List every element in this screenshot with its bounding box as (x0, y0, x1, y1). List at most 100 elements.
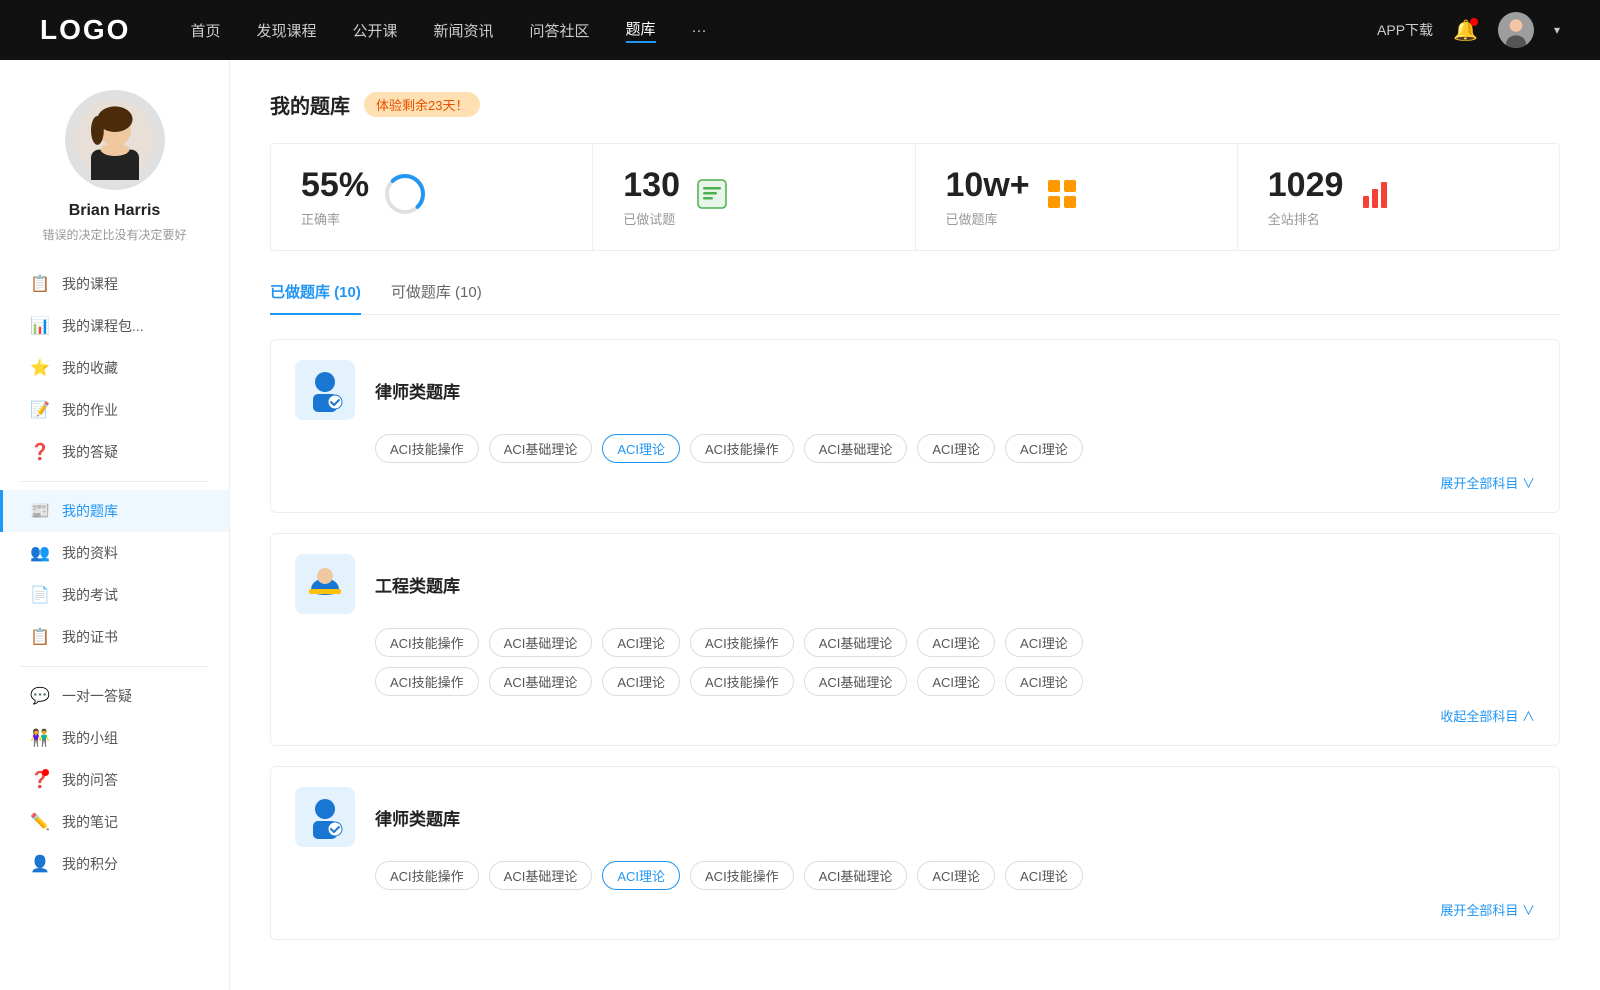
bank-tag[interactable]: ACI基础理论 (804, 861, 908, 890)
my-qa-dot (42, 769, 49, 776)
bank-tag[interactable]: ACI理论 (602, 628, 680, 657)
bank-expand-btn-1[interactable]: 展开全部科目 ∨ (295, 473, 1535, 492)
sidebar-item-my-qa[interactable]: ❓ 我的问答 (0, 759, 229, 801)
nav-more[interactable]: ··· (692, 22, 707, 39)
sidebar-item-label: 我的资料 (62, 543, 118, 563)
bank-tag[interactable]: ACI基础理论 (489, 434, 593, 463)
bank-tag[interactable]: ACI基础理论 (489, 628, 593, 657)
stat-number-ranking: 1029 全站排名 (1268, 166, 1344, 228)
sidebar-item-qa[interactable]: ❓ 我的答疑 (0, 431, 229, 473)
nav-qa[interactable]: 问答社区 (530, 20, 590, 41)
bank-card-lawyer-1: 律师类题库 ACI技能操作 ACI基础理论 ACI理论 ACI技能操作 ACI基… (270, 339, 1560, 513)
sidebar-item-one-on-one[interactable]: 💬 一对一答疑 (0, 675, 229, 717)
stat-done-banks: 10w+ 已做题库 (916, 144, 1238, 250)
sidebar-item-notes[interactable]: ✏️ 我的笔记 (0, 801, 229, 843)
bank-tag[interactable]: ACI技能操作 (690, 667, 794, 696)
bank-tag[interactable]: ACI技能操作 (690, 861, 794, 890)
tab-done-banks[interactable]: 已做题库 (10) (270, 281, 361, 314)
quiz-bank-icon: 📰 (30, 501, 50, 521)
bank-header-2: 工程类题库 (295, 554, 1535, 614)
stat-number-accuracy: 55% 正确率 (301, 166, 369, 228)
bank-tag[interactable]: ACI基础理论 (804, 628, 908, 657)
course-package-icon: 📊 (30, 316, 50, 336)
bank-tag-active[interactable]: ACI理论 (602, 861, 680, 890)
stats-row: 55% 正确率 130 已做试题 (270, 143, 1560, 251)
exams-icon: 📄 (30, 585, 50, 605)
bank-name-1: 律师类题库 (375, 378, 460, 403)
sidebar-item-favorites[interactable]: ⭐ 我的收藏 (0, 347, 229, 389)
nav-home[interactable]: 首页 (190, 20, 220, 41)
bank-tag-active[interactable]: ACI理论 (602, 434, 680, 463)
bank-expand-btn-3[interactable]: 展开全部科目 ∨ (295, 900, 1535, 919)
bank-tag[interactable]: ACI理论 (1005, 434, 1083, 463)
my-courses-icon: 📋 (30, 274, 50, 294)
bank-tag[interactable]: ACI技能操作 (690, 434, 794, 463)
nav-discover[interactable]: 发现课程 (256, 20, 316, 41)
stat-number-banks: 10w+ 已做题库 (946, 166, 1030, 228)
bank-tag[interactable]: ACI基础理论 (804, 667, 908, 696)
bank-tag[interactable]: ACI基础理论 (489, 861, 593, 890)
bank-tag[interactable]: ACI理论 (602, 667, 680, 696)
bank-tag[interactable]: ACI理论 (1005, 628, 1083, 657)
sidebar-item-label: 我的收藏 (62, 358, 118, 378)
bank-tag[interactable]: ACI基础理论 (804, 434, 908, 463)
sidebar-item-groups[interactable]: 👫 我的小组 (0, 717, 229, 759)
sidebar-user-name: Brian Harris (69, 202, 161, 220)
stat-icon-done (694, 176, 730, 219)
user-avatar[interactable] (1498, 12, 1534, 48)
bank-tag[interactable]: ACI理论 (917, 861, 995, 890)
bank-name-2: 工程类题库 (375, 572, 460, 597)
sidebar-item-certificates[interactable]: 📋 我的证书 (0, 616, 229, 658)
sidebar-menu: 📋 我的课程 📊 我的课程包... ⭐ 我的收藏 📝 我的作业 ❓ 我的答疑 � (0, 263, 229, 885)
nav-news[interactable]: 新闻资讯 (434, 20, 494, 41)
bank-tag[interactable]: ACI理论 (917, 667, 995, 696)
tabs: 已做题库 (10) 可做题库 (10) (270, 281, 1560, 315)
sidebar: Brian Harris 错误的决定比没有决定要好 📋 我的课程 📊 我的课程包… (0, 60, 230, 990)
bank-tag[interactable]: ACI技能操作 (375, 861, 479, 890)
sidebar-item-my-courses[interactable]: 📋 我的课程 (0, 263, 229, 305)
nav-quiz[interactable]: 题库 (626, 18, 656, 43)
notes-icon: ✏️ (30, 812, 50, 832)
sidebar-item-exams[interactable]: 📄 我的考试 (0, 574, 229, 616)
bank-tag[interactable]: ACI理论 (1005, 861, 1083, 890)
sidebar-item-quiz-bank[interactable]: 📰 我的题库 (0, 490, 229, 532)
notification-bell[interactable]: 🔔 (1453, 18, 1478, 43)
sidebar-item-label: 我的题库 (62, 501, 118, 521)
sidebar-item-label: 我的课程 (62, 274, 118, 294)
sidebar-divider (20, 481, 209, 482)
one-on-one-icon: 💬 (30, 686, 50, 706)
bank-header-1: 律师类题库 (295, 360, 1535, 420)
page-header: 我的题库 体验剩余23天！ (270, 90, 1560, 119)
bank-tags-2-row1: ACI技能操作 ACI基础理论 ACI理论 ACI技能操作 ACI基础理论 AC… (375, 628, 1535, 657)
stat-icon-banks (1044, 176, 1080, 219)
sidebar-avatar (65, 90, 165, 190)
sidebar-item-points[interactable]: 👤 我的积分 (0, 843, 229, 885)
bank-tag[interactable]: ACI基础理论 (489, 667, 593, 696)
sidebar-item-course-package[interactable]: 📊 我的课程包... (0, 305, 229, 347)
certificates-icon: 📋 (30, 627, 50, 647)
bank-tag[interactable]: ACI技能操作 (375, 667, 479, 696)
bank-tag[interactable]: ACI技能操作 (375, 628, 479, 657)
sidebar-user-motto: 错误的决定比没有决定要好 (42, 226, 186, 243)
sidebar-item-label: 我的考试 (62, 585, 118, 605)
user-dropdown-chevron[interactable]: ▾ (1554, 23, 1560, 37)
sidebar-item-label: 我的笔记 (62, 812, 118, 832)
sidebar-item-label: 我的课程包... (62, 316, 144, 336)
bank-tag[interactable]: ACI理论 (1005, 667, 1083, 696)
bank-icon-lawyer-1 (295, 360, 355, 420)
nav-open-course[interactable]: 公开课 (352, 20, 397, 41)
app-download-button[interactable]: APP下载 (1377, 20, 1433, 40)
points-icon: 👤 (30, 854, 50, 874)
sidebar-item-materials[interactable]: 👥 我的资料 (0, 532, 229, 574)
sidebar-divider-2 (20, 666, 209, 667)
stat-icon-ranking (1357, 176, 1393, 219)
bank-tag[interactable]: ACI理论 (917, 628, 995, 657)
sidebar-item-label: 我的答疑 (62, 442, 118, 462)
bank-tag[interactable]: ACI理论 (917, 434, 995, 463)
sidebar-item-homework[interactable]: 📝 我的作业 (0, 389, 229, 431)
bank-collapse-btn[interactable]: 收起全部科目 ∧ (295, 706, 1535, 725)
tab-available-banks[interactable]: 可做题库 (10) (391, 281, 482, 314)
logo: LOGO (40, 14, 130, 46)
bank-tag[interactable]: ACI技能操作 (690, 628, 794, 657)
bank-tag[interactable]: ACI技能操作 (375, 434, 479, 463)
